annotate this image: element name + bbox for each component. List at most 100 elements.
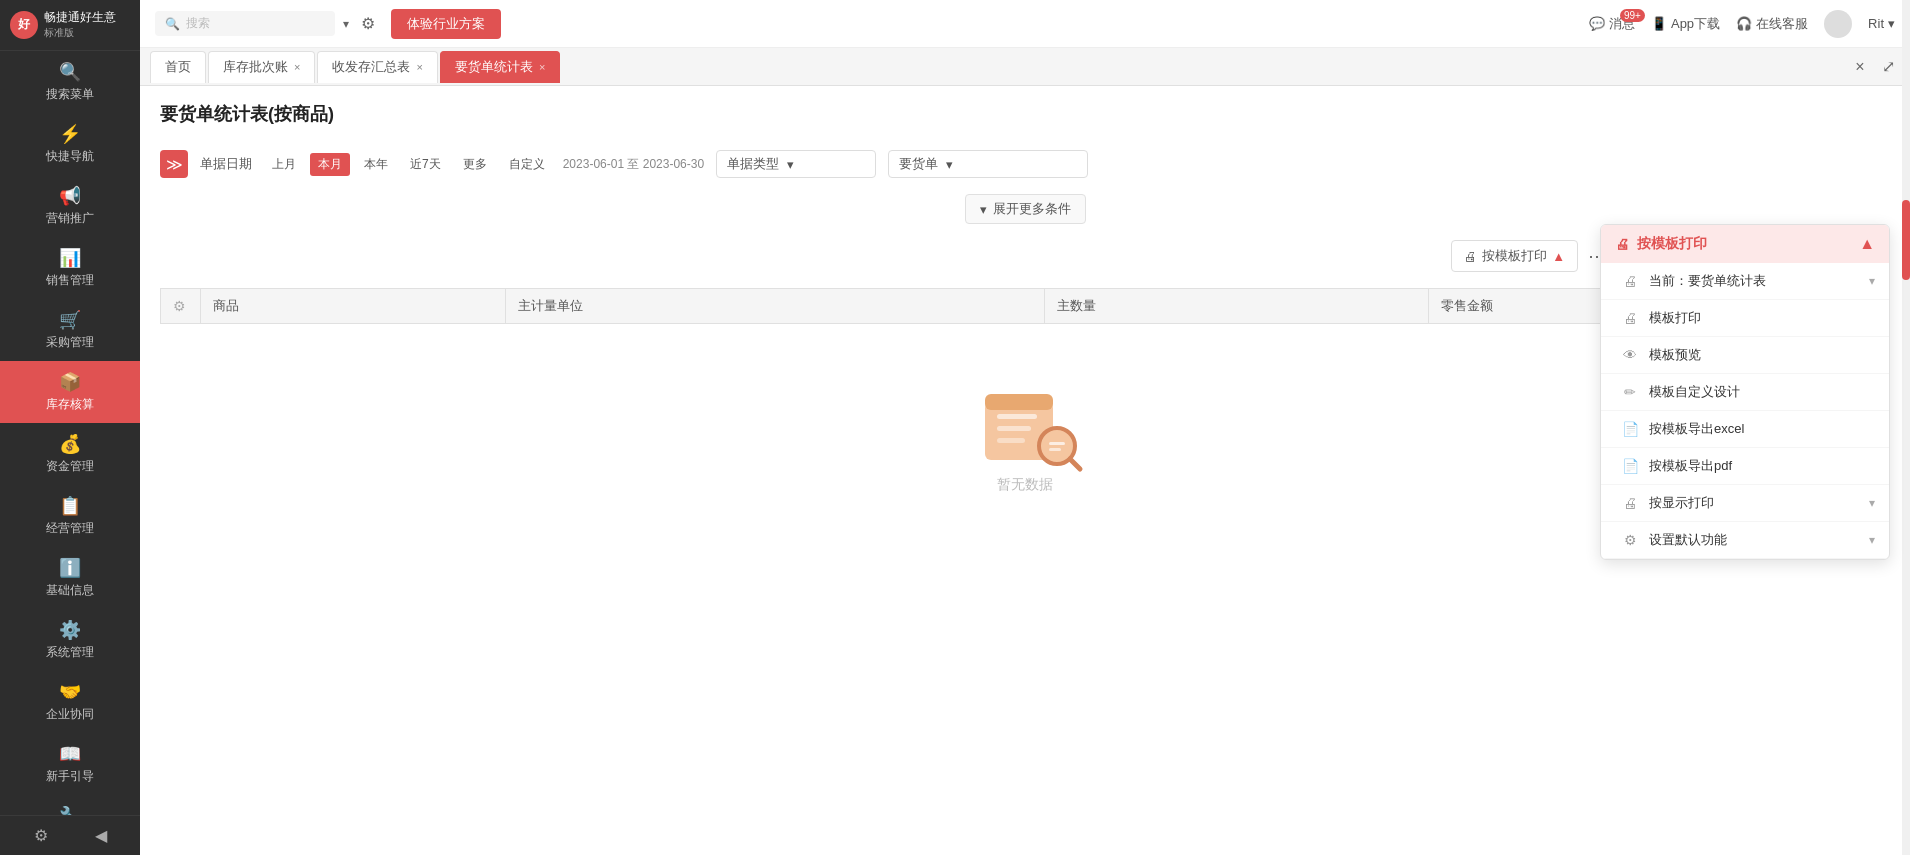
tab-maximize-btn[interactable]: ⤢ xyxy=(1876,55,1900,79)
date-opt-this-year[interactable]: 本年 xyxy=(356,153,396,176)
goods-filter-label: 要货单 xyxy=(899,155,938,173)
tpd-item-pdf-label: 按模板导出pdf xyxy=(1649,457,1732,475)
app-name: 畅捷通好生意 xyxy=(44,10,116,26)
tab-inventory-batch-label: 库存批次账 xyxy=(223,58,288,76)
topbar-search[interactable]: 🔍 搜索 xyxy=(155,11,335,36)
sidebar-item-basic[interactable]: ℹ️ 基础信息 xyxy=(0,547,140,609)
guide-icon: 📖 xyxy=(59,743,81,765)
tpd-item-template-print[interactable]: 🖨 模板打印 xyxy=(1601,300,1889,337)
tpd-current-item[interactable]: 🖨 当前：要货单统计表 ▾ xyxy=(1601,263,1889,300)
svg-line-6 xyxy=(1070,459,1080,469)
message-item[interactable]: 💬 消息 99+ xyxy=(1589,15,1635,33)
tpd-default-arrow: ▾ xyxy=(1869,533,1875,547)
tpd-item-cust-left: ✏ 模板自定义设计 xyxy=(1621,383,1740,401)
sidebar-item-operation[interactable]: 📋 经营管理 xyxy=(0,485,140,547)
operation-icon: 📋 xyxy=(59,495,81,517)
right-scrollbar[interactable] xyxy=(1902,0,1910,855)
sidebar-item-sales[interactable]: 📊 销售管理 xyxy=(0,237,140,299)
tpd-item-template-preview[interactable]: 👁 模板预览 xyxy=(1601,337,1889,374)
sidebar-item-search[interactable]: 🔍 搜索菜单 xyxy=(0,51,140,113)
topbar: 🔍 搜索 ▾ ⚙ 体验行业方案 💬 消息 99+ 📱 App下载 🎧 在线客服 xyxy=(140,0,1910,48)
tpd-title: 按模板打印 xyxy=(1637,235,1707,253)
tpd-item-set-default[interactable]: ⚙ 设置默认功能 ▾ xyxy=(1601,522,1889,559)
expand-label: 展开更多条件 xyxy=(993,200,1071,218)
tpd-item-disp-label: 按显示打印 xyxy=(1649,494,1714,512)
tpd-pdf-icon: 📄 xyxy=(1621,458,1639,474)
tpd-close-btn[interactable]: ▲ xyxy=(1859,235,1875,253)
sidebar-item-apps[interactable]: 🔧 应用中心 xyxy=(0,795,140,815)
tpd-current-icon: 🖨 xyxy=(1621,273,1639,289)
date-opt-more[interactable]: 更多 xyxy=(455,153,495,176)
collab-icon: 🤝 xyxy=(59,681,81,703)
tab-home-label: 首页 xyxy=(165,58,191,76)
sidebar-item-purchase[interactable]: 🛒 采购管理 xyxy=(0,299,140,361)
dropdown-arrow-icon: ▾ xyxy=(343,17,349,31)
settings-bottom-icon[interactable]: ⚙ xyxy=(34,826,48,845)
date-opt-7days[interactable]: 近7天 xyxy=(402,153,449,176)
apps-icon: 🔧 xyxy=(59,805,81,815)
sidebar-item-label: 新手引导 xyxy=(46,768,94,785)
sidebar-nav: 🔍 搜索菜单 ⚡ 快捷导航 📢 营销推广 📊 销售管理 🛒 采购管理 📦 库存核… xyxy=(0,51,140,815)
type-filter-label: 单据类型 xyxy=(727,155,779,173)
svg-rect-7 xyxy=(1049,442,1065,445)
sidebar-item-system[interactable]: ⚙️ 系统管理 xyxy=(0,609,140,671)
expand-icon: ▾ xyxy=(980,202,987,217)
tab-receivable-summary[interactable]: 收发存汇总表 × xyxy=(317,51,437,83)
topbar-gear-icon[interactable]: ⚙ xyxy=(361,14,375,33)
tpd-print-icon: 🖨 xyxy=(1621,310,1639,326)
tpd-item-display-print[interactable]: 🖨 按显示打印 ▾ xyxy=(1601,485,1889,522)
system-icon: ⚙️ xyxy=(59,619,81,641)
sidebar-item-collab[interactable]: 🤝 企业协同 xyxy=(0,671,140,733)
tab-order-stats[interactable]: 要货单统计表 × xyxy=(440,51,560,83)
headset-icon: 🎧 xyxy=(1736,16,1752,31)
sidebar-item-marketing[interactable]: 📢 营销推广 xyxy=(0,175,140,237)
search-icon: 🔍 xyxy=(59,61,81,83)
sidebar-item-label: 企业协同 xyxy=(46,706,94,723)
search-icon-top: 🔍 xyxy=(165,17,180,31)
logo-icon: 好 xyxy=(10,11,38,39)
tpd-item-export-pdf[interactable]: 📄 按模板导出pdf xyxy=(1601,448,1889,485)
date-opt-this-month[interactable]: 本月 xyxy=(310,153,350,176)
tpd-item-template-custom[interactable]: ✏ 模板自定义设计 xyxy=(1601,374,1889,411)
tpd-item-tp-left: 🖨 模板打印 xyxy=(1621,309,1701,327)
tabbar: 首页 库存批次账 × 收发存汇总表 × 要货单统计表 × × ⤢ xyxy=(140,48,1910,86)
type-filter-select[interactable]: 单据类型 ▾ xyxy=(716,150,876,178)
sidebar-item-finance[interactable]: 💰 资金管理 xyxy=(0,423,140,485)
date-opt-custom[interactable]: 自定义 xyxy=(501,153,553,176)
svg-rect-4 xyxy=(997,438,1025,443)
sidebar-item-quicknav[interactable]: ⚡ 快捷导航 xyxy=(0,113,140,175)
goods-filter-select[interactable]: 要货单 ▾ xyxy=(888,150,1088,178)
sidebar-item-inventory[interactable]: 📦 库存核算 xyxy=(0,361,140,423)
tab-order-stats-close[interactable]: × xyxy=(539,61,545,73)
app-download-icon: 📱 xyxy=(1651,16,1667,31)
expand-conditions-btn[interactable]: ▾ 展开更多条件 xyxy=(965,194,1086,224)
date-opt-last-month[interactable]: 上月 xyxy=(264,153,304,176)
app-download-item[interactable]: 📱 App下载 xyxy=(1651,15,1720,33)
online-service-item[interactable]: 🎧 在线客服 xyxy=(1736,15,1808,33)
topbar-dropdown[interactable]: ▾ xyxy=(343,17,349,31)
message-badge: 99+ xyxy=(1620,9,1645,22)
tpd-header: 🖨 按模板打印 ▲ xyxy=(1601,225,1889,263)
tpd-item-cust-label: 模板自定义设计 xyxy=(1649,383,1740,401)
sidebar-item-guide[interactable]: 📖 新手引导 xyxy=(0,733,140,795)
user-name[interactable]: Rit ▾ xyxy=(1868,16,1895,31)
user-avatar[interactable] xyxy=(1824,10,1852,38)
collapse-icon[interactable]: ◀ xyxy=(95,826,107,845)
tab-home[interactable]: 首页 xyxy=(150,51,206,83)
goods-filter-arrow: ▾ xyxy=(946,157,953,172)
quicknav-icon: ⚡ xyxy=(59,123,81,145)
tab-close-btn[interactable]: × xyxy=(1848,55,1872,79)
tpd-item-excel-left: 📄 按模板导出excel xyxy=(1621,420,1744,438)
empty-text: 暂无数据 xyxy=(997,476,1053,494)
message-icon: 💬 xyxy=(1589,16,1605,31)
tab-inventory-batch[interactable]: 库存批次账 × xyxy=(208,51,315,83)
trial-btn[interactable]: 体验行业方案 xyxy=(391,9,501,39)
finance-icon: 💰 xyxy=(59,433,81,455)
tab-receivable-summary-close[interactable]: × xyxy=(416,61,422,73)
tab-inventory-batch-close[interactable]: × xyxy=(294,61,300,73)
filter-expand-btn[interactable]: ≫ xyxy=(160,150,188,178)
date-filter-label: 单据日期 xyxy=(200,155,252,173)
table-col-settings-icon[interactable]: ⚙ xyxy=(173,298,186,314)
template-print-btn[interactable]: 🖨 按模板打印 ▲ xyxy=(1451,240,1578,272)
tpd-item-export-excel[interactable]: 📄 按模板导出excel xyxy=(1601,411,1889,448)
